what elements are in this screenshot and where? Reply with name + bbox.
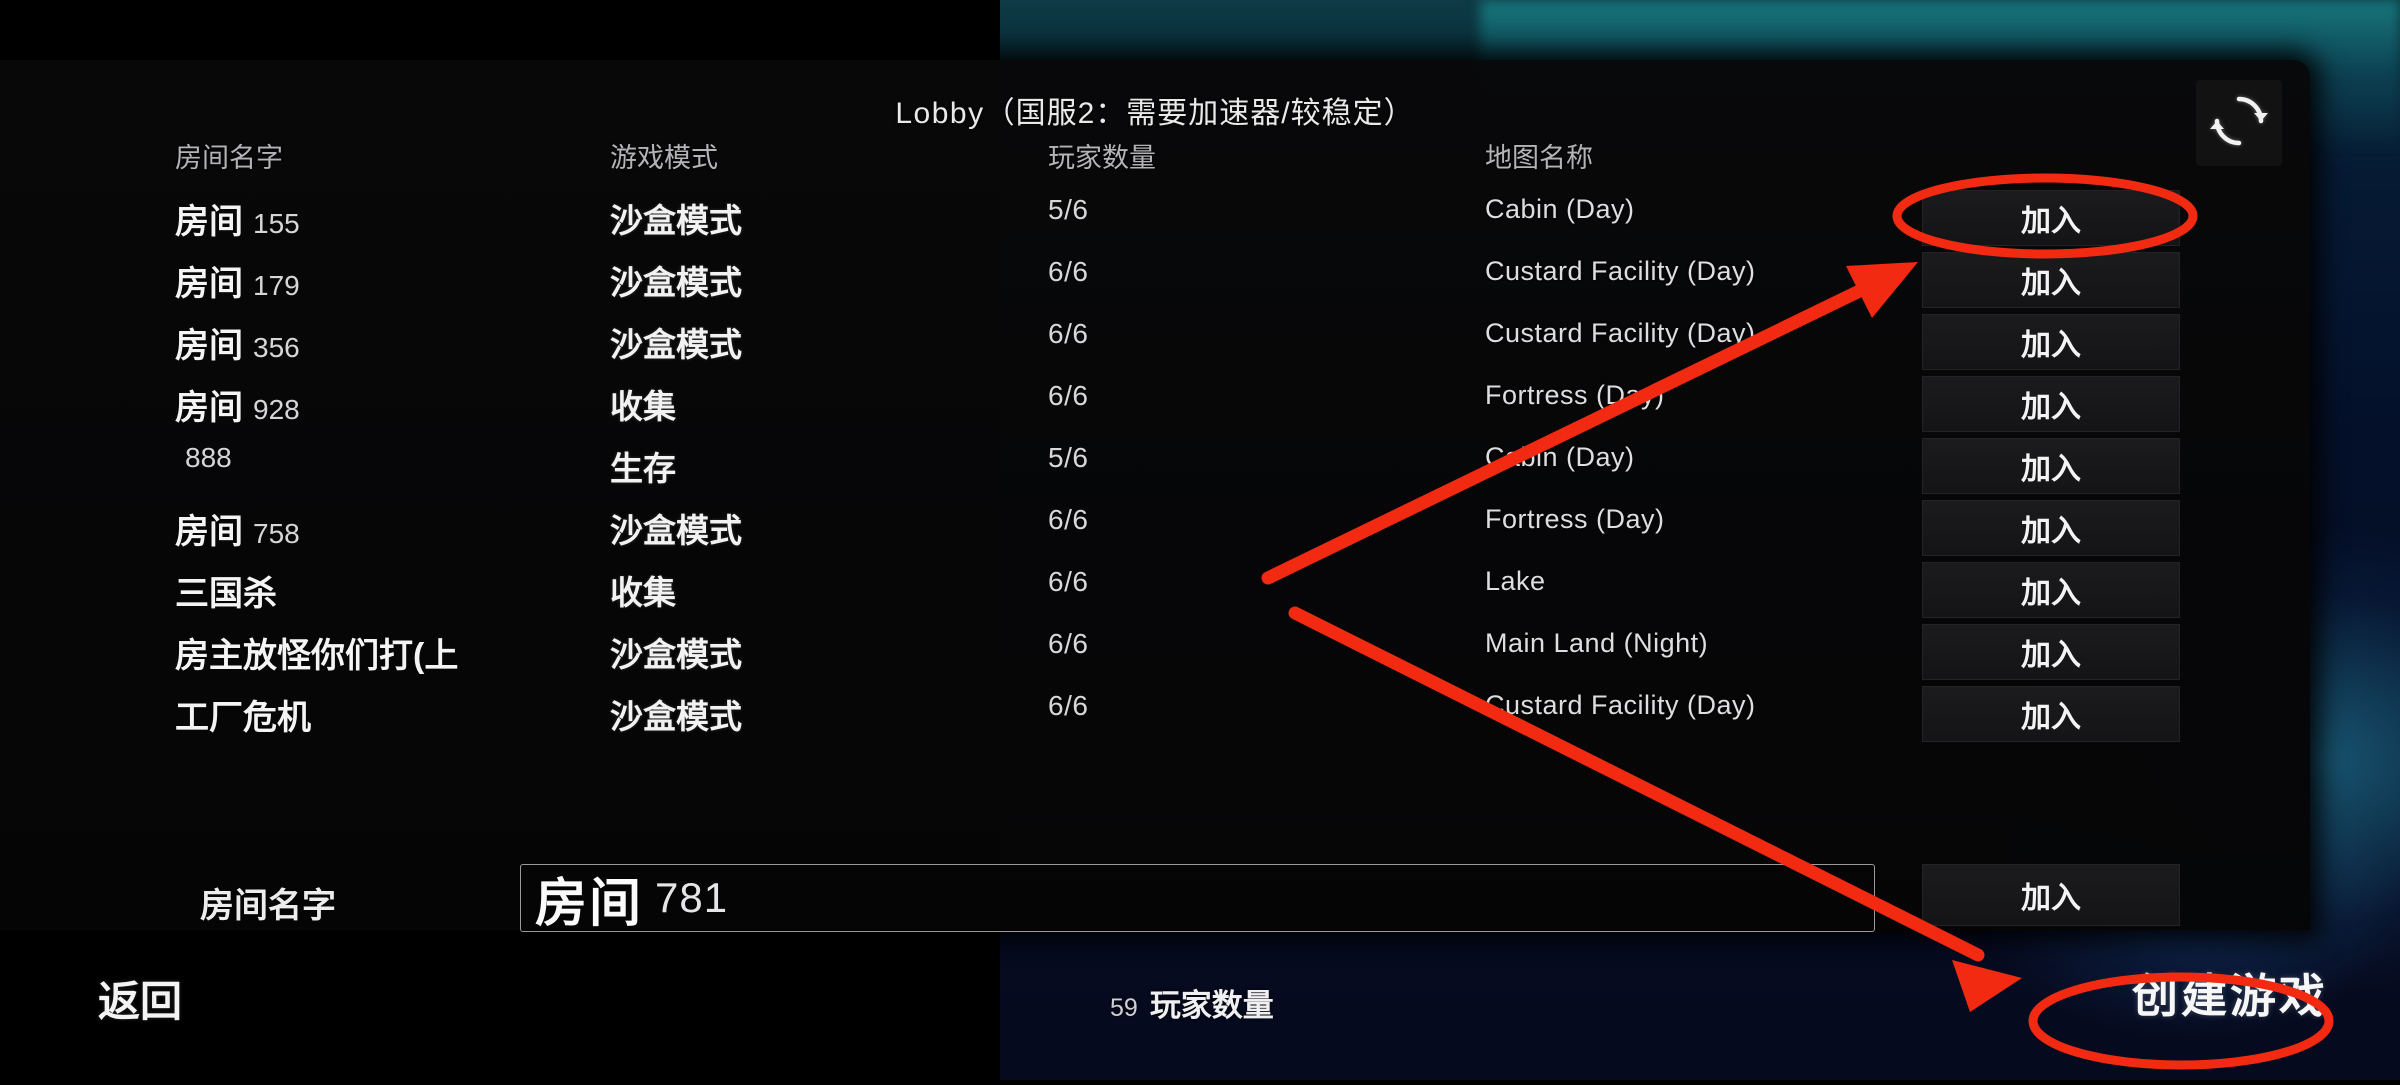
- table-row: 三国杀 收集 6/6 Lake 加入: [0, 566, 2310, 628]
- join-button[interactable]: 加入: [1922, 314, 2180, 370]
- room-name: 房间 356: [175, 318, 605, 367]
- game-mode: 沙盒模式: [610, 194, 990, 242]
- page-title-suffix: （国服2：需要加速器/较稳定）: [985, 97, 1415, 130]
- join-button[interactable]: 加入: [1922, 624, 2180, 680]
- join-button[interactable]: 加入: [1922, 686, 2180, 742]
- table-row: 888 生存 5/6 Cabin (Day) 加入: [0, 442, 2310, 504]
- player-count: 6/6: [1048, 628, 1348, 660]
- table-row: 房间179 沙盒模式 6/6 Custard Facility (Day) 加入: [0, 256, 2310, 318]
- player-count: 6/6: [1048, 690, 1348, 722]
- room-name-text: 房间: [175, 256, 243, 305]
- room-name-number: 758: [253, 518, 300, 550]
- online-player-count-number: 59: [1110, 994, 1138, 1023]
- map-name: Custard Facility (Day): [1485, 256, 1965, 287]
- room-name: 三国杀: [175, 566, 605, 615]
- footer-bar: 返回 59 玩家数量 创建游戏: [0, 930, 2400, 1080]
- back-button[interactable]: 返回: [98, 968, 182, 1029]
- map-name: Custard Facility (Day): [1485, 690, 1965, 721]
- map-name: Custard Facility (Day): [1485, 318, 1965, 349]
- game-mode: 收集: [610, 380, 990, 428]
- room-name-text: 房间: [175, 380, 243, 429]
- room-name-input[interactable]: 房间 781: [520, 864, 1875, 932]
- room-name-input-text: 房间: [535, 861, 643, 936]
- table-row: 房主放怪你们打(上 沙盒模式 6/6 Main Land (Night) 加入: [0, 628, 2310, 690]
- game-mode: 收集: [610, 566, 990, 614]
- player-count: 6/6: [1048, 566, 1348, 598]
- column-header-room-name: 房间名字: [175, 136, 605, 175]
- room-name-text: 房间: [175, 194, 243, 243]
- map-name: Fortress (Day): [1485, 504, 1965, 535]
- room-name-text: 房间: [175, 504, 243, 553]
- lobby-panel: Lobby（国服2：需要加速器/较稳定） 房间名字 游戏模式 玩家数量 地图名称…: [0, 60, 2310, 930]
- player-count: 6/6: [1048, 256, 1348, 288]
- game-mode: 生存: [610, 442, 990, 490]
- room-name-label: 房间名字: [200, 878, 336, 927]
- map-name: Cabin (Day): [1485, 194, 1965, 225]
- column-header-map-name: 地图名称: [1485, 136, 1965, 175]
- game-mode: 沙盒模式: [610, 504, 990, 552]
- page-title-latin: Lobby: [895, 97, 984, 130]
- room-name-number: 155: [253, 208, 300, 240]
- room-name-text: 工厂危机: [175, 690, 311, 739]
- room-name-text: 房间: [175, 318, 243, 367]
- map-name: Fortress (Day): [1485, 380, 1965, 411]
- table-row: 工厂危机 沙盒模式 6/6 Custard Facility (Day) 加入: [0, 690, 2310, 752]
- create-room-row: 房间名字 房间 781 加入: [0, 860, 2310, 940]
- game-mode: 沙盒模式: [610, 318, 990, 366]
- room-name-number: 179: [253, 270, 300, 302]
- table-row: 房间758 沙盒模式 6/6 Fortress (Day) 加入: [0, 504, 2310, 566]
- room-name: 房主放怪你们打(上: [175, 628, 605, 677]
- column-header-player-count: 玩家数量: [1048, 136, 1348, 175]
- table-row: 房间928 收集 6/6 Fortress (Day) 加入: [0, 380, 2310, 442]
- player-count: 5/6: [1048, 194, 1348, 226]
- join-room-button[interactable]: 加入: [1922, 864, 2180, 926]
- game-mode: 沙盒模式: [610, 256, 990, 304]
- room-name: 房间 758: [175, 504, 605, 553]
- room-name-number: 356: [253, 332, 300, 364]
- room-name-number: 928: [253, 394, 300, 426]
- join-button[interactable]: 加入: [1922, 190, 2180, 246]
- online-player-count: 59 玩家数量: [1110, 980, 1274, 1025]
- create-game-button[interactable]: 创建游戏: [2132, 960, 2328, 1026]
- player-count: 6/6: [1048, 504, 1348, 536]
- player-count: 5/6: [1048, 442, 1348, 474]
- join-button[interactable]: 加入: [1922, 500, 2180, 556]
- room-name: 房间 179: [175, 256, 605, 305]
- map-name: Cabin (Day): [1485, 442, 1965, 473]
- room-name-text: 房主放怪你们打(上: [175, 628, 458, 677]
- table-header-row: 房间名字 游戏模式 玩家数量 地图名称: [0, 136, 2310, 194]
- table-row: 房间155 沙盒模式 5/6 Cabin (Day) 加入: [0, 194, 2310, 256]
- join-button[interactable]: 加入: [1922, 252, 2180, 308]
- page-title: Lobby（国服2：需要加速器/较稳定）: [0, 88, 2310, 132]
- map-name: Lake: [1485, 566, 1965, 597]
- room-name: 房间 928: [175, 380, 605, 429]
- player-count: 6/6: [1048, 380, 1348, 412]
- room-name-text: 三国杀: [175, 566, 277, 615]
- room-name: 888: [175, 442, 605, 474]
- online-player-count-label: 玩家数量: [1150, 980, 1274, 1025]
- player-count: 6/6: [1048, 318, 1348, 350]
- join-button[interactable]: 加入: [1922, 438, 2180, 494]
- join-button[interactable]: 加入: [1922, 562, 2180, 618]
- table-row: 房间356 沙盒模式 6/6 Custard Facility (Day) 加入: [0, 318, 2310, 380]
- game-mode: 沙盒模式: [610, 628, 990, 676]
- join-button[interactable]: 加入: [1922, 376, 2180, 432]
- room-name-number: 888: [185, 442, 232, 474]
- room-name: 房间 155: [175, 194, 605, 243]
- map-name: Main Land (Night): [1485, 628, 1965, 659]
- column-header-game-mode: 游戏模式: [610, 136, 990, 175]
- room-list-table: 房间名字 游戏模式 玩家数量 地图名称 房间 155 沙盒模式 5/6 Cabin…: [0, 136, 2310, 752]
- room-name: 工厂危机: [175, 690, 605, 739]
- room-name-input-number: 781: [655, 874, 728, 922]
- game-mode: 沙盒模式: [610, 690, 990, 738]
